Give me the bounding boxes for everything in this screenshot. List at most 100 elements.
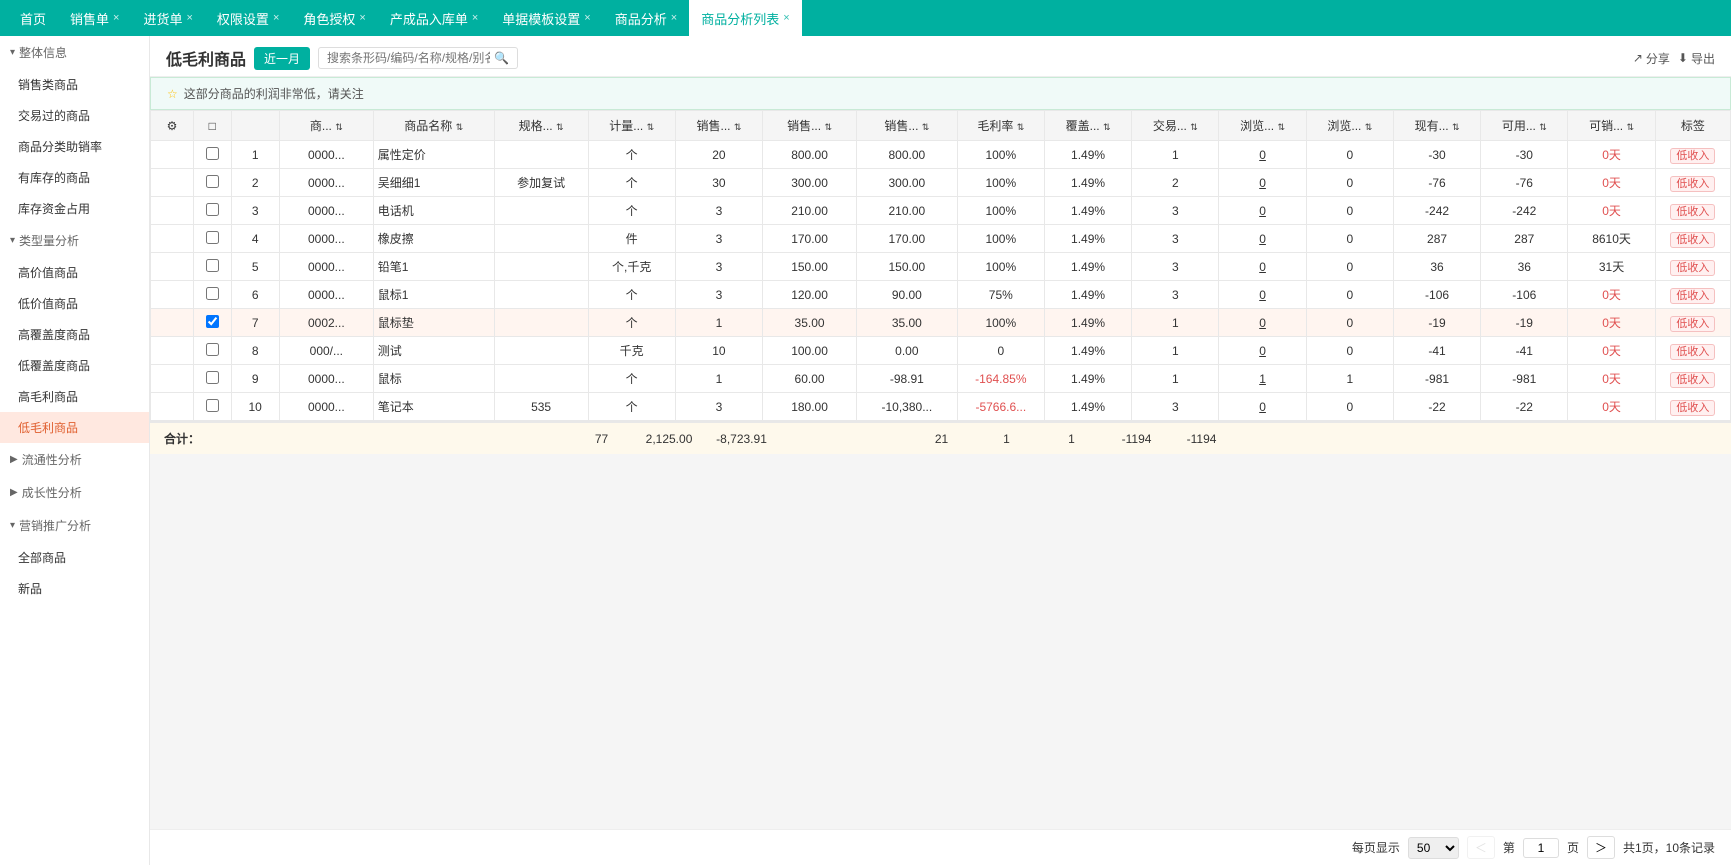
row-sale1: 3 [675, 393, 762, 421]
sidebar-group-circulation[interactable]: ▶ 流通性分析 [0, 443, 149, 476]
date-filter-btn[interactable]: 近一月 [254, 47, 310, 70]
nav-home[interactable]: 首页 [8, 0, 58, 36]
col-spec-header[interactable]: 规格... ⇅ [494, 111, 588, 141]
sidebar-item-low-coverage[interactable]: 低覆盖度商品 [0, 350, 149, 381]
row-margin: 100% [957, 225, 1044, 253]
close-roles[interactable]: × [359, 12, 365, 24]
nav-analysis[interactable]: 商品分析 × [603, 0, 689, 36]
col-view1-header[interactable]: 浏览... ⇅ [1219, 111, 1306, 141]
close-analysis-list[interactable]: × [783, 12, 789, 24]
nav-roles[interactable]: 角色授权 × [291, 0, 377, 36]
col-tag-header[interactable]: 标签 [1655, 111, 1730, 141]
row-check[interactable] [193, 197, 231, 225]
nav-analysis-list[interactable]: 商品分析列表 × [689, 0, 801, 36]
row-view1[interactable]: 0 [1219, 225, 1306, 253]
row-view1[interactable]: 0 [1219, 337, 1306, 365]
nav-permissions[interactable]: 权限设置 × [205, 0, 291, 36]
row-name: 铅笔1 [373, 253, 494, 281]
col-cur-header[interactable]: 现有... ⇅ [1393, 111, 1480, 141]
row-check[interactable] [193, 253, 231, 281]
row-code: 0000... [279, 393, 373, 421]
row-check[interactable] [193, 309, 231, 337]
row-view1[interactable]: 0 [1219, 309, 1306, 337]
col-code-header[interactable]: 商... ⇅ [279, 111, 373, 141]
main-content: 低毛利商品 近一月 🔍 ↗ 分享 ⬇ 导出 ☆ 这部分商品的利润非常低，请关注 [150, 36, 1731, 865]
nav-purchase[interactable]: 进货单 × [131, 0, 204, 36]
row-trade: 1 [1132, 365, 1219, 393]
sidebar-group-overall[interactable]: ▾ 整体信息 [0, 36, 149, 69]
row-tag: 低收入 [1655, 169, 1730, 197]
row-avail: -981 [1481, 365, 1568, 393]
row-check[interactable] [193, 365, 231, 393]
table-row: 1 0000... 属性定价 个 20 800.00 800.00 100% 1… [151, 141, 1731, 169]
row-check[interactable] [193, 225, 231, 253]
col-unit-header[interactable]: 计量... ⇅ [588, 111, 675, 141]
nav-templates[interactable]: 单据模板设置 × [490, 0, 602, 36]
row-sell: 0天 [1568, 337, 1655, 365]
row-check[interactable] [193, 141, 231, 169]
row-trade: 3 [1132, 393, 1219, 421]
col-trade-header[interactable]: 交易... ⇅ [1132, 111, 1219, 141]
row-cur: -242 [1393, 197, 1480, 225]
share-btn[interactable]: ↗ 分享 [1633, 50, 1670, 67]
prev-page-btn[interactable]: ＜ [1467, 836, 1495, 859]
row-view1[interactable]: 0 [1219, 141, 1306, 169]
next-page-btn[interactable]: ＞ [1587, 836, 1615, 859]
nav-sales[interactable]: 销售单 × [58, 0, 131, 36]
close-permissions[interactable]: × [273, 12, 279, 24]
col-avail-header[interactable]: 可用... ⇅ [1481, 111, 1568, 141]
search-input[interactable] [327, 51, 490, 65]
sidebar-item-all-products[interactable]: 全部商品 [0, 542, 149, 573]
row-settings [151, 309, 194, 337]
col-sell-header[interactable]: 可销... ⇅ [1568, 111, 1655, 141]
export-btn[interactable]: ⬇ 导出 [1678, 50, 1715, 67]
col-margin-header[interactable]: 毛利率 ⇅ [957, 111, 1044, 141]
row-cover: 1.49% [1044, 253, 1131, 281]
page-input[interactable] [1523, 838, 1559, 858]
col-view2-header[interactable]: 浏览... ⇅ [1306, 111, 1393, 141]
row-view1[interactable]: 0 [1219, 169, 1306, 197]
sidebar-item-low-margin[interactable]: 低毛利商品 [0, 412, 149, 443]
col-sale2-header[interactable]: 销售... ⇅ [763, 111, 857, 141]
col-name-header[interactable]: 商品名称 ⇅ [373, 111, 494, 141]
sidebar-group-growth[interactable]: ▶ 成长性分析 [0, 476, 149, 509]
sidebar-item-high-value[interactable]: 高价值商品 [0, 257, 149, 288]
sidebar-item-category-rate[interactable]: 商品分类助销率 [0, 131, 149, 162]
sidebar-item-traded[interactable]: 交易过的商品 [0, 100, 149, 131]
per-page-select[interactable]: 50 20 100 [1408, 837, 1459, 859]
row-check[interactable] [193, 169, 231, 197]
close-purchase[interactable]: × [186, 12, 192, 24]
col-check-all[interactable]: □ [193, 111, 231, 141]
row-view2: 0 [1306, 337, 1393, 365]
sidebar-group-marketing[interactable]: ▾ 营销推广分析 [0, 509, 149, 542]
sidebar-item-in-stock[interactable]: 有库存的商品 [0, 162, 149, 193]
col-sale1-header[interactable]: 销售... ⇅ [675, 111, 762, 141]
col-settings[interactable]: ⚙ [151, 111, 194, 141]
close-analysis[interactable]: × [671, 12, 677, 24]
row-check[interactable] [193, 393, 231, 421]
sidebar-group-type[interactable]: ▾ 类型量分析 [0, 224, 149, 257]
row-view1[interactable]: 0 [1219, 393, 1306, 421]
sidebar-item-low-value[interactable]: 低价值商品 [0, 288, 149, 319]
sidebar-item-capital[interactable]: 库存资金占用 [0, 193, 149, 224]
nav-products[interactable]: 产成品入库单 × [378, 0, 490, 36]
sidebar-item-new-products[interactable]: 新品 [0, 573, 149, 604]
row-cur: -22 [1393, 393, 1480, 421]
row-cur: -981 [1393, 365, 1480, 393]
col-cover-header[interactable]: 覆盖... ⇅ [1044, 111, 1131, 141]
row-sale2: 150.00 [763, 253, 857, 281]
row-view1[interactable]: 0 [1219, 197, 1306, 225]
sidebar-item-high-coverage[interactable]: 高覆盖度商品 [0, 319, 149, 350]
close-templates[interactable]: × [584, 12, 590, 24]
row-view1[interactable]: 1 [1219, 365, 1306, 393]
row-check[interactable] [193, 281, 231, 309]
sidebar-item-sales-category[interactable]: 销售类商品 [0, 69, 149, 100]
col-sale3-header[interactable]: 销售... ⇅ [857, 111, 958, 141]
close-sales[interactable]: × [113, 12, 119, 24]
row-view1[interactable]: 0 [1219, 281, 1306, 309]
row-view1[interactable]: 0 [1219, 253, 1306, 281]
close-products[interactable]: × [472, 12, 478, 24]
sidebar-item-high-margin[interactable]: 高毛利商品 [0, 381, 149, 412]
search-icon[interactable]: 🔍 [494, 51, 509, 65]
row-check[interactable] [193, 337, 231, 365]
